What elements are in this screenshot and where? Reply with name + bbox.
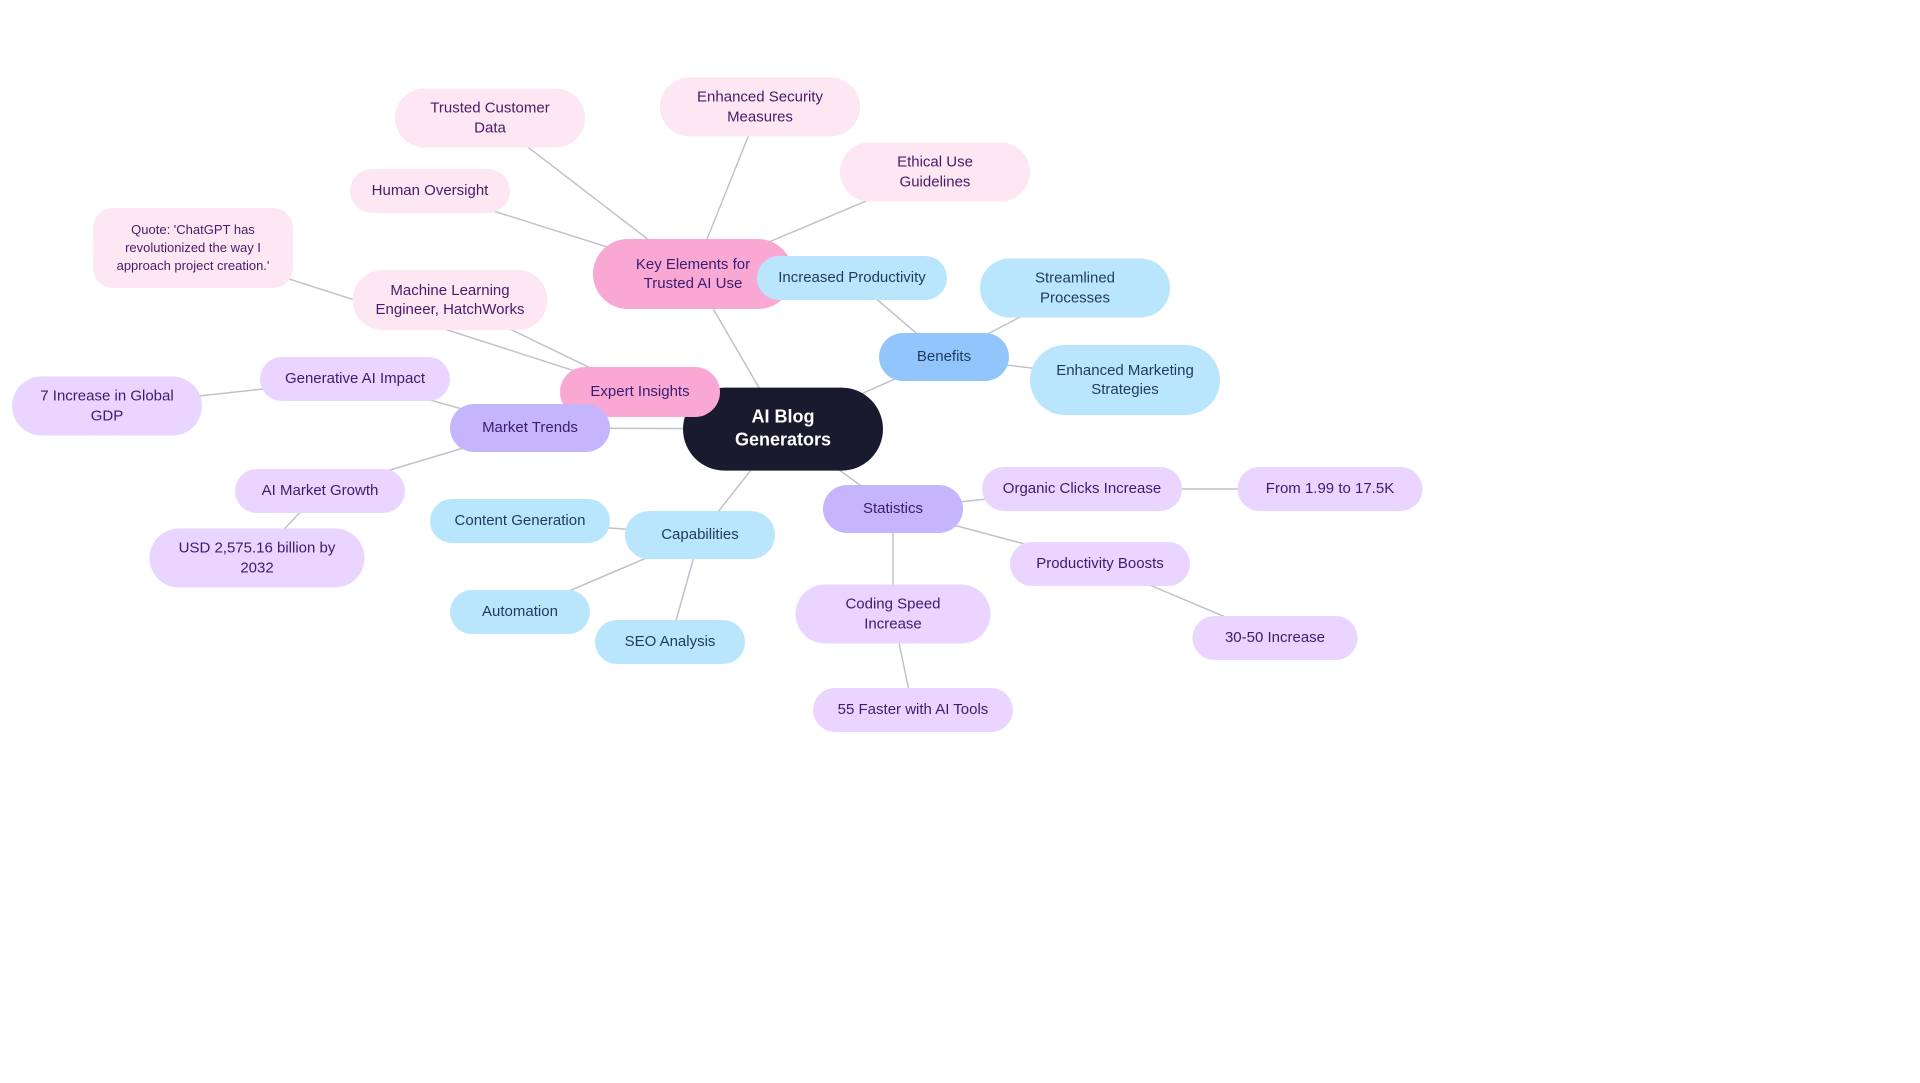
- node-gdp-increase[interactable]: 7 Increase in Global GDP: [12, 377, 202, 436]
- node-increased-productivity[interactable]: Increased Productivity: [757, 256, 947, 300]
- node-from-1-to-17[interactable]: From 1.99 to 17.5K: [1238, 467, 1423, 511]
- node-generative-ai[interactable]: Generative AI Impact: [260, 357, 450, 401]
- node-market-trends[interactable]: Market Trends: [450, 404, 610, 452]
- node-seo-analysis[interactable]: SEO Analysis: [595, 620, 745, 664]
- node-30-50-increase[interactable]: 30-50 Increase: [1193, 616, 1358, 660]
- node-quote[interactable]: Quote: 'ChatGPT has revolutionized the w…: [93, 208, 293, 288]
- node-streamlined[interactable]: Streamlined Processes: [980, 259, 1170, 318]
- node-benefits[interactable]: Benefits: [879, 333, 1009, 381]
- node-coding-speed[interactable]: Coding Speed Increase: [796, 585, 991, 644]
- node-enhanced-security[interactable]: Enhanced Security Measures: [660, 78, 860, 137]
- node-capabilities[interactable]: Capabilities: [625, 511, 775, 559]
- node-organic-clicks[interactable]: Organic Clicks Increase: [982, 467, 1182, 511]
- node-ethical-use[interactable]: Ethical Use Guidelines: [840, 143, 1030, 202]
- node-statistics[interactable]: Statistics: [823, 485, 963, 533]
- node-ai-market-growth[interactable]: AI Market Growth: [235, 469, 405, 513]
- node-trusted-customer[interactable]: Trusted Customer Data: [395, 89, 585, 148]
- node-ml-engineer[interactable]: Machine Learning Engineer, HatchWorks: [353, 270, 548, 330]
- node-content-gen[interactable]: Content Generation: [430, 499, 610, 543]
- node-usd-billion[interactable]: USD 2,575.16 billion by 2032: [150, 529, 365, 588]
- node-automation[interactable]: Automation: [450, 590, 590, 634]
- node-55-faster[interactable]: 55 Faster with AI Tools: [813, 688, 1013, 732]
- node-productivity-boosts[interactable]: Productivity Boosts: [1010, 542, 1190, 586]
- node-enhanced-marketing[interactable]: Enhanced Marketing Strategies: [1030, 345, 1220, 415]
- node-human-oversight[interactable]: Human Oversight: [350, 169, 510, 213]
- mindmap-container: AI Blog GeneratorsKey Elements for Trust…: [0, 0, 1920, 1083]
